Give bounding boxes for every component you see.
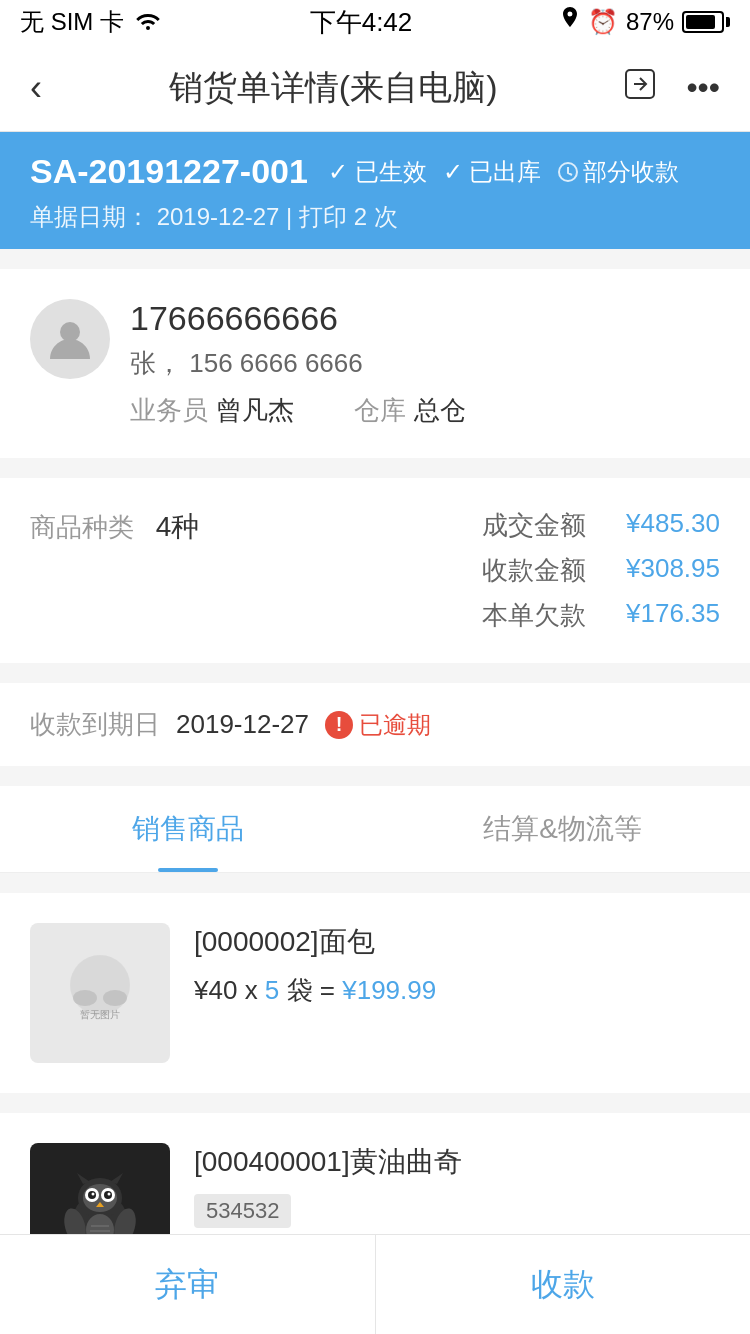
received-value: ¥308.95 [626,553,720,588]
debt-row: 本单欠款 ¥176.35 [482,598,720,633]
product-name-1: [0000002]面包 [194,923,720,961]
warehouse-label: 仓库 [354,393,406,428]
svg-point-16 [92,1193,95,1196]
status-bar: 无 SIM 卡 下午4:42 ⏰ 87% [0,0,750,44]
stats-right: 成交金额 ¥485.30 收款金额 ¥308.95 本单欠款 ¥176.35 [482,508,720,633]
product-image-1: 暂无图片 [30,923,170,1063]
order-id: SA-20191227-001 [30,152,308,191]
back-button[interactable]: ‹ [30,67,42,109]
svg-point-3 [70,955,130,1015]
product-name-2: [000400001]黄油曲奇 [194,1143,720,1181]
tab-settlement-logistics[interactable]: 结算&物流等 [375,786,750,872]
amount-value: ¥485.30 [626,508,720,543]
customer-avatar [30,299,110,379]
status-right: ⏰ 87% [560,7,730,37]
status-left: 无 SIM 卡 [20,6,162,38]
tabs-section: 销售商品 结算&物流等 [0,786,750,873]
product-qty-1: 5 [265,975,279,1005]
svg-marker-10 [110,1173,123,1184]
sales-value: 曾凡杰 [216,393,294,428]
location-icon [560,7,580,37]
print-info: | 打印 2 次 [286,203,398,230]
svg-marker-9 [77,1173,90,1184]
customer-name-phone: 张， 156 6666 6666 [130,346,720,381]
svg-point-4 [73,990,97,1006]
bottom-bar: 弃审 收款 [0,1234,750,1334]
carrier-label: 无 SIM 卡 [20,6,124,38]
customer-info: 17666666666 张， 156 6666 6666 业务员 曾凡杰 仓库 … [130,299,720,428]
status-tag-effective: ✓ 已生效 [328,156,427,188]
order-date: 2019-12-27 [157,203,280,230]
received-row: 收款金额 ¥308.95 [482,553,720,588]
share-icon[interactable] [624,68,656,108]
category-label: 商品种类 [30,512,134,542]
due-label: 收款到期日 [30,707,160,742]
customer-section: 17666666666 张， 156 6666 6666 业务员 曾凡杰 仓库 … [0,269,750,458]
product-total-1: ¥199.99 [342,975,436,1005]
overdue-badge: ! 已逾期 [325,709,431,741]
confirm-button[interactable]: 收款 [376,1235,751,1334]
amount-label: 成交金额 [482,508,586,543]
customer-meta: 业务员 曾凡杰 仓库 总仓 [130,393,720,428]
sales-label: 业务员 [130,393,208,428]
nav-actions: ••• [624,68,720,108]
status-time: 下午4:42 [310,5,413,40]
wifi-icon [134,8,162,36]
header-banner: SA-20191227-001 ✓ 已生效 ✓ 已出库 部分收款 单据日期： 2… [0,132,750,249]
due-date: 2019-12-27 [176,709,309,740]
warehouse-value: 总仓 [414,393,466,428]
product-item-1: 暂无图片 [0000002]面包 ¥40 x 5 袋 = ¥199.99 [0,893,750,1093]
stats-left: 商品种类 4种 [30,508,199,546]
status-tag-partial: 部分收款 [557,156,679,188]
more-icon[interactable]: ••• [686,69,720,106]
svg-point-5 [103,990,127,1006]
product-sku-2: 534532 [194,1194,291,1228]
battery-percent: 87% [626,8,674,36]
debt-label: 本单欠款 [482,598,586,633]
amount-row: 成交金额 ¥485.30 [482,508,720,543]
alarm-icon: ⏰ [588,8,618,36]
battery-indicator [682,11,730,33]
stats-section: 商品种类 4种 成交金额 ¥485.30 收款金额 ¥308.95 本单欠款 ¥… [0,478,750,663]
svg-text:暂无图片: 暂无图片 [80,1009,120,1020]
nav-bar: ‹ 销货单详情(来自电脑) ••• [0,44,750,132]
product-price-1: ¥40 x 5 袋 = ¥199.99 [194,973,720,1008]
received-label: 收款金额 [482,553,586,588]
overdue-text: 已逾期 [359,709,431,741]
overdue-icon: ! [325,711,353,739]
product-info-1: [0000002]面包 ¥40 x 5 袋 = ¥199.99 [194,923,720,1008]
date-label: 单据日期： [30,203,150,230]
status-tag-shipped: ✓ 已出库 [443,156,542,188]
category-value: 4种 [156,511,200,542]
debt-value: ¥176.35 [626,598,720,633]
cancel-button[interactable]: 弃审 [0,1235,376,1334]
tab-sales-products[interactable]: 销售商品 [0,786,375,872]
page-title: 销货单详情(来自电脑) [169,65,498,111]
svg-point-17 [108,1193,111,1196]
customer-id: 17666666666 [130,299,720,338]
due-section: 收款到期日 2019-12-27 ! 已逾期 [0,683,750,766]
